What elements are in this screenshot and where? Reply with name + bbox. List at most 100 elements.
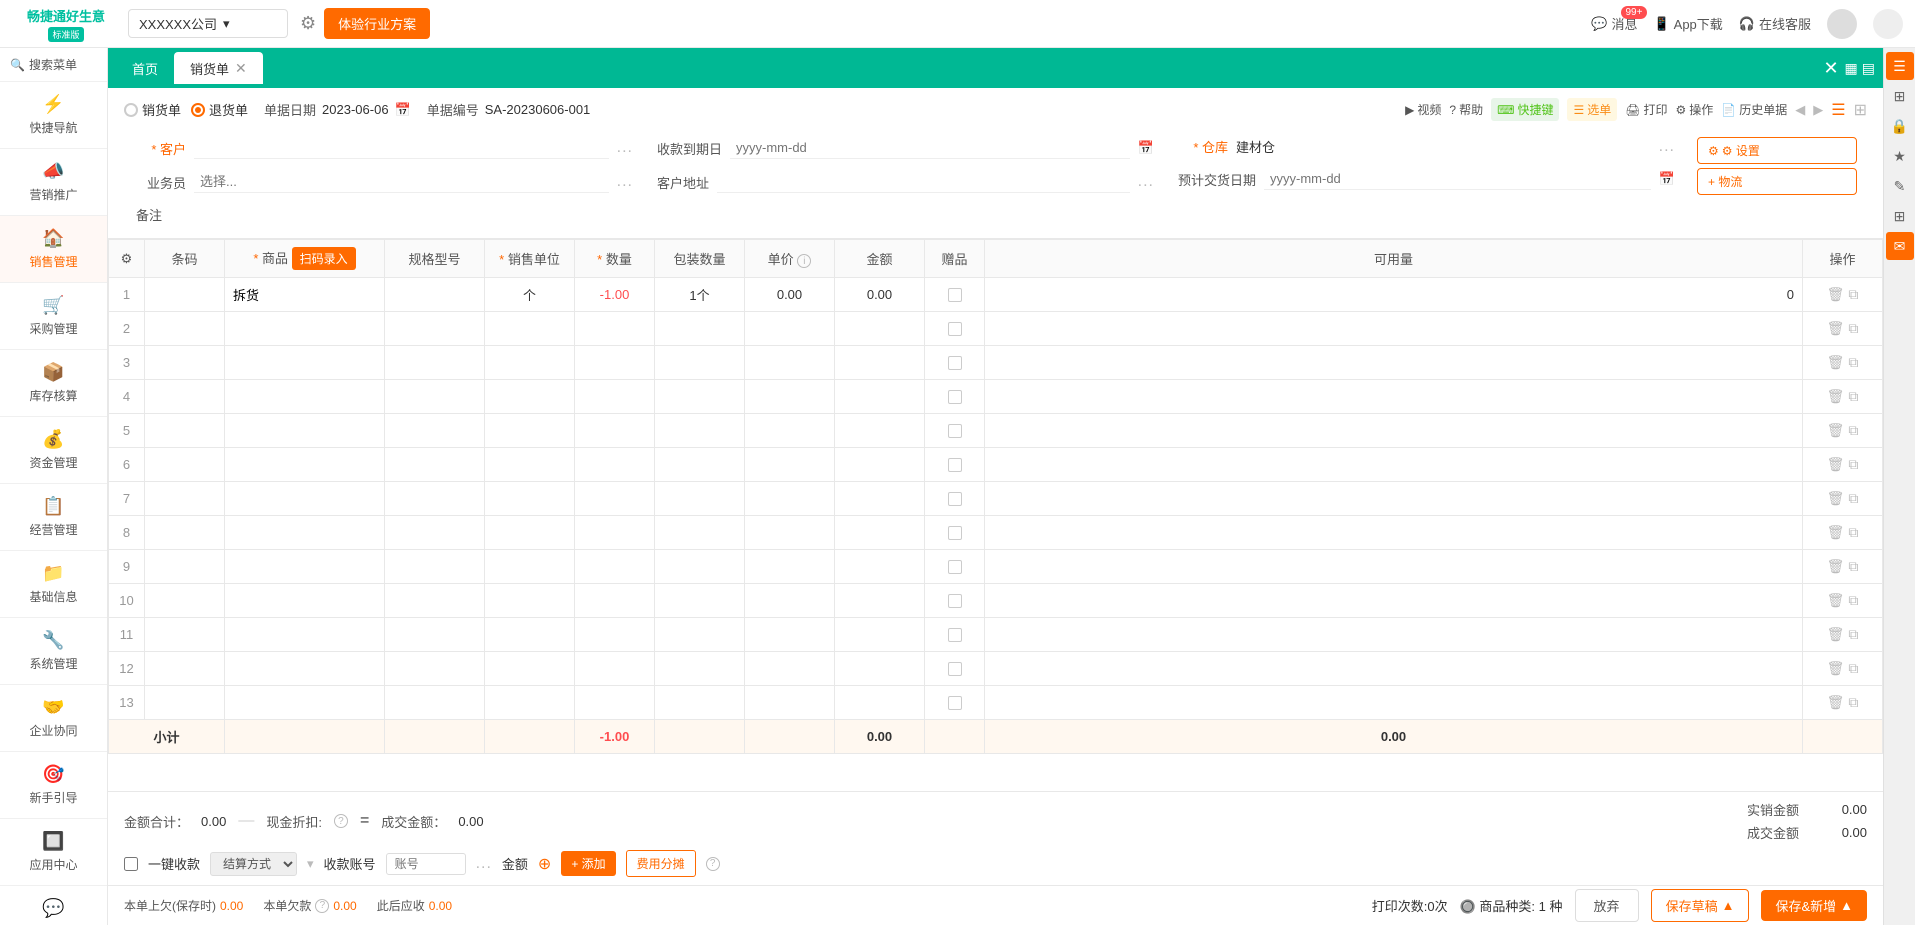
qty-cell[interactable]	[575, 312, 655, 346]
spec-cell[interactable]	[385, 618, 485, 652]
gear-icon-top[interactable]: ⚙	[300, 13, 316, 34]
qty-cell[interactable]	[575, 482, 655, 516]
barcode-input[interactable]	[153, 355, 216, 370]
gift-cell[interactable]	[925, 516, 985, 550]
sidebar-item-quick-nav[interactable]: ⚡ 快捷导航	[0, 82, 107, 149]
product-input[interactable]	[233, 593, 376, 608]
spec-cell[interactable]	[385, 584, 485, 618]
gift-checkbox[interactable]	[948, 492, 962, 506]
product-cell[interactable]	[225, 482, 385, 516]
spec-input[interactable]	[393, 627, 476, 642]
product-input[interactable]	[233, 321, 376, 336]
gift-checkbox[interactable]	[948, 424, 962, 438]
unit-cell[interactable]	[485, 584, 575, 618]
save-new-btn[interactable]: 保存&新增 ▲	[1761, 890, 1867, 921]
tab-close-icon[interactable]: ✕	[235, 60, 247, 77]
spec-cell[interactable]	[385, 482, 485, 516]
unit-cell[interactable]	[485, 652, 575, 686]
avatar[interactable]	[1827, 9, 1857, 39]
unit-cell[interactable]	[485, 550, 575, 584]
product-cell[interactable]	[225, 516, 385, 550]
sidebar-item-operations[interactable]: 📋 经营管理	[0, 484, 107, 551]
tab-layout-icon2[interactable]: ▤	[1862, 60, 1875, 77]
account-dots[interactable]: ...	[476, 855, 492, 873]
spec-input[interactable]	[393, 389, 476, 404]
tab-layout-icon1[interactable]: ▦	[1845, 60, 1858, 77]
pkg-qty-cell[interactable]	[655, 346, 745, 380]
tab-home[interactable]: 首页	[116, 52, 174, 84]
delete-icon[interactable]: 🗑	[1827, 626, 1845, 643]
unit-price-cell[interactable]: 0.00	[745, 278, 835, 312]
spec-cell[interactable]	[385, 516, 485, 550]
delete-icon[interactable]: 🗑	[1827, 490, 1845, 507]
spec-input[interactable]	[393, 423, 476, 438]
sidebar-item-enterprise-collab[interactable]: 🤝 企业协同	[0, 685, 107, 752]
gift-cell[interactable]	[925, 278, 985, 312]
copy-icon[interactable]: ⧉	[1848, 456, 1858, 473]
add-circle-icon[interactable]: ⊕	[538, 854, 551, 874]
delete-icon[interactable]: 🗑	[1827, 320, 1845, 337]
barcode-input[interactable]	[153, 287, 216, 302]
barcode-input[interactable]	[153, 695, 216, 710]
product-cell[interactable]	[225, 278, 385, 312]
amount-cell[interactable]	[835, 618, 925, 652]
app-download-btn[interactable]: 📱 App下载	[1653, 14, 1722, 33]
barcode-cell[interactable]	[145, 652, 225, 686]
product-input[interactable]	[233, 491, 376, 506]
pkg-qty-cell[interactable]: 1个	[655, 278, 745, 312]
unit-price-cell[interactable]	[745, 618, 835, 652]
receive-date-input[interactable]	[730, 137, 1130, 159]
right-panel-icon-star[interactable]: ★	[1886, 142, 1914, 170]
unit-cell[interactable]	[485, 312, 575, 346]
product-input[interactable]	[233, 627, 376, 642]
spec-cell[interactable]	[385, 550, 485, 584]
sidebar-item-enterprise-wechat[interactable]: 💬 企业微信	[0, 886, 107, 925]
gift-checkbox[interactable]	[948, 288, 962, 302]
product-input[interactable]	[233, 355, 376, 370]
qty-cell[interactable]	[575, 550, 655, 584]
gift-checkbox[interactable]	[948, 356, 962, 370]
sidebar-search[interactable]: 🔍 搜索菜单	[0, 48, 107, 82]
spec-input[interactable]	[393, 525, 476, 540]
gift-cell[interactable]	[925, 584, 985, 618]
sidebar-item-marketing[interactable]: 📣 营销推广	[0, 149, 107, 216]
copy-icon[interactable]: ⧉	[1848, 388, 1858, 405]
copy-icon[interactable]: ⧉	[1848, 694, 1858, 711]
product-cell[interactable]	[225, 686, 385, 720]
gift-checkbox[interactable]	[948, 390, 962, 404]
unit-cell[interactable]	[485, 414, 575, 448]
barcode-cell[interactable]	[145, 550, 225, 584]
unit-price-cell[interactable]	[745, 346, 835, 380]
product-input[interactable]	[233, 695, 376, 710]
product-cell[interactable]	[225, 312, 385, 346]
pkg-qty-cell[interactable]	[655, 414, 745, 448]
action-shortcut[interactable]: ⌨ 快捷键	[1491, 98, 1559, 121]
gift-cell[interactable]	[925, 652, 985, 686]
action-video[interactable]: ▶ 视频	[1405, 101, 1441, 118]
unit-cell[interactable]	[485, 516, 575, 550]
customer-addr-dots[interactable]: ...	[1138, 173, 1154, 191]
customer-input[interactable]	[194, 137, 609, 159]
barcode-input[interactable]	[153, 627, 216, 642]
product-input[interactable]	[233, 389, 376, 404]
action-operate[interactable]: ⚙ 操作	[1676, 101, 1714, 118]
barcode-input[interactable]	[153, 389, 216, 404]
table-gear-icon[interactable]: ⚙	[121, 251, 133, 266]
radio-return[interactable]: 退货单	[191, 100, 248, 119]
delete-icon[interactable]: 🗑	[1827, 388, 1845, 405]
delete-icon[interactable]: 🗑	[1827, 286, 1845, 303]
save-draft-btn[interactable]: 保存草稿 ▲	[1651, 889, 1750, 922]
add-btn[interactable]: + 添加	[561, 851, 615, 876]
copy-icon[interactable]: ⧉	[1848, 286, 1858, 303]
spec-input[interactable]	[393, 661, 476, 676]
gift-checkbox[interactable]	[948, 322, 962, 336]
copy-icon[interactable]: ⧉	[1848, 626, 1858, 643]
qty-cell[interactable]	[575, 414, 655, 448]
amount-cell[interactable]	[835, 346, 925, 380]
product-cell[interactable]	[225, 448, 385, 482]
pkg-qty-cell[interactable]	[655, 686, 745, 720]
unit-price-cell[interactable]	[745, 482, 835, 516]
qty-cell[interactable]	[575, 516, 655, 550]
qty-cell[interactable]	[575, 618, 655, 652]
amount-cell[interactable]	[835, 380, 925, 414]
